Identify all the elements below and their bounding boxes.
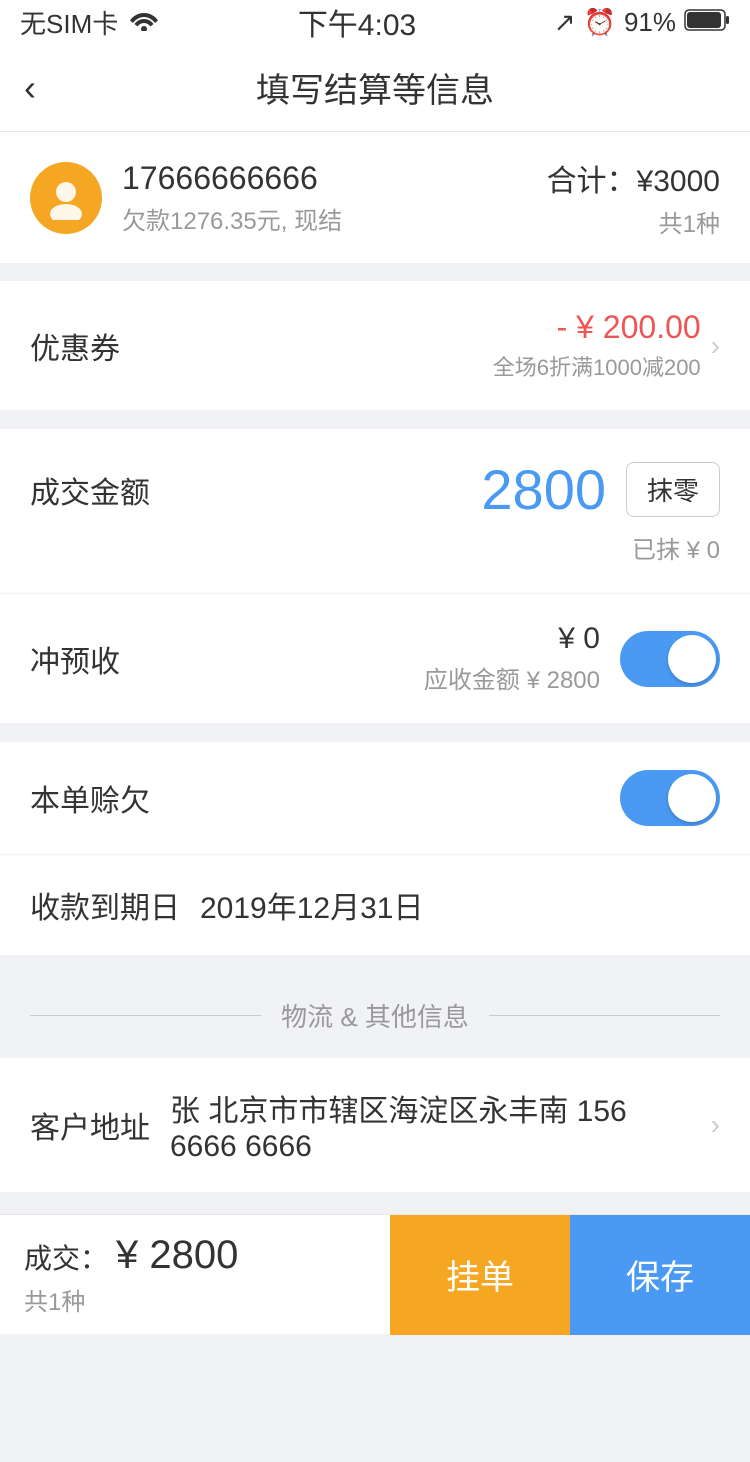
status-bar: 无SIM卡 下午4:03 ↗ ⏰ 91% xyxy=(0,0,750,44)
logistics-line-right xyxy=(489,1015,720,1016)
credit-toggle-knob xyxy=(668,774,716,822)
customer-card: 17666666666 欠款1276.35元, 现结 合计：¥3000 共1种 xyxy=(0,132,750,263)
credit-toggle[interactable] xyxy=(620,770,720,826)
date-section: 收款到期日 2019年12月31日 xyxy=(0,854,750,955)
divider-4 xyxy=(0,955,750,973)
coupon-label: 优惠券 xyxy=(30,324,120,368)
deal-row: 成交金额 2800 抹零 xyxy=(30,457,720,522)
coupon-arrow-icon: › xyxy=(711,330,720,362)
address-arrow-icon: › xyxy=(711,1109,720,1141)
deal-amount-value: 2800 xyxy=(481,457,606,522)
bottom-deal-wrap: 成交： ¥ 2800 xyxy=(24,1233,366,1278)
divider-1 xyxy=(0,263,750,281)
avatar xyxy=(30,162,102,234)
prepay-row: 冲预收 ¥ 0 应收金额 ¥ 2800 xyxy=(30,622,720,695)
divider-3 xyxy=(0,724,750,742)
prepay-section: 冲预收 ¥ 0 应收金额 ¥ 2800 xyxy=(0,594,750,724)
logistics-line-left xyxy=(30,1015,261,1016)
deal-label: 成交金额 xyxy=(30,468,150,512)
coupon-row[interactable]: 优惠券 - ¥ 200.00 全场6折满1000减200 › xyxy=(0,281,750,411)
customer-right: 合计：¥3000 共1种 xyxy=(547,156,720,239)
bottom-deal-label: 成交： xyxy=(24,1237,108,1277)
credit-label: 本单赊欠 xyxy=(30,776,150,820)
address-label: 客户地址 xyxy=(30,1103,150,1147)
save-button[interactable]: 保存 xyxy=(570,1215,750,1335)
coupon-desc: 全场6折满1000减200 xyxy=(493,350,701,382)
nav-bar: ‹ 填写结算等信息 xyxy=(0,44,750,132)
deal-sub: 已抹 ¥ 0 xyxy=(30,530,720,565)
prepay-values: ¥ 0 应收金额 ¥ 2800 xyxy=(424,622,600,695)
wifi-icon xyxy=(128,7,160,38)
address-value: 张 北京市市辖区海淀区永丰南 156 6666 6666 xyxy=(170,1086,701,1164)
logistics-header: 物流 & 其他信息 xyxy=(0,973,750,1058)
credit-section: 本单赊欠 xyxy=(0,742,750,854)
status-time: 下午4:03 xyxy=(298,0,416,44)
customer-info: 17666666666 欠款1276.35元, 现结 xyxy=(122,160,342,236)
deal-amount-section: 成交金额 2800 抹零 已抹 ¥ 0 xyxy=(0,429,750,594)
bottom-deal-amount: ¥ 2800 xyxy=(116,1233,238,1278)
prepay-amount: ¥ 0 xyxy=(424,622,600,656)
address-section[interactable]: 客户地址 张 北京市市辖区海淀区永丰南 156 6666 6666 › xyxy=(0,1058,750,1192)
hang-button[interactable]: 挂单 xyxy=(390,1215,570,1335)
customer-sub: 欠款1276.35元, 现结 xyxy=(122,201,342,236)
sim-icon: 无SIM卡 xyxy=(20,4,118,41)
coupon-right: - ¥ 200.00 全场6折满1000减200 xyxy=(493,309,701,382)
status-right: ↗ ⏰ 91% xyxy=(554,7,730,38)
location-icon: ↗ xyxy=(554,7,576,38)
date-label: 收款到期日 xyxy=(30,883,180,927)
bottom-bar: 成交： ¥ 2800 共1种 挂单 保存 xyxy=(0,1214,750,1334)
prepay-right: ¥ 0 应收金额 ¥ 2800 xyxy=(424,622,720,695)
prepay-sub: 应收金额 ¥ 2800 xyxy=(424,660,600,695)
date-row: 收款到期日 2019年12月31日 xyxy=(30,883,720,927)
logistics-text: 物流 & 其他信息 xyxy=(261,997,489,1034)
page-title: 填写结算等信息 xyxy=(256,63,494,112)
toggle-knob xyxy=(668,635,716,683)
prepay-label: 冲预收 xyxy=(30,637,120,681)
deal-value-wrap: 2800 抹零 xyxy=(481,457,720,522)
date-value: 2019年12月31日 xyxy=(200,883,423,927)
alarm-icon: ⏰ xyxy=(584,7,616,38)
customer-total: 合计：¥3000 xyxy=(547,156,720,200)
bottom-count: 共1种 xyxy=(24,1282,366,1317)
bottom-info: 成交： ¥ 2800 共1种 xyxy=(0,1233,390,1317)
battery-icon xyxy=(684,7,730,38)
divider-2 xyxy=(0,411,750,429)
back-button[interactable]: ‹ xyxy=(24,67,36,109)
prepay-toggle[interactable] xyxy=(620,631,720,687)
status-left: 无SIM卡 xyxy=(20,4,160,41)
coupon-amount: - ¥ 200.00 xyxy=(557,309,701,346)
battery-level: 91% xyxy=(624,7,676,38)
round-button[interactable]: 抹零 xyxy=(626,462,720,517)
customer-left: 17666666666 欠款1276.35元, 现结 xyxy=(30,160,342,236)
customer-count: 共1种 xyxy=(547,204,720,239)
customer-phone: 17666666666 xyxy=(122,160,342,197)
